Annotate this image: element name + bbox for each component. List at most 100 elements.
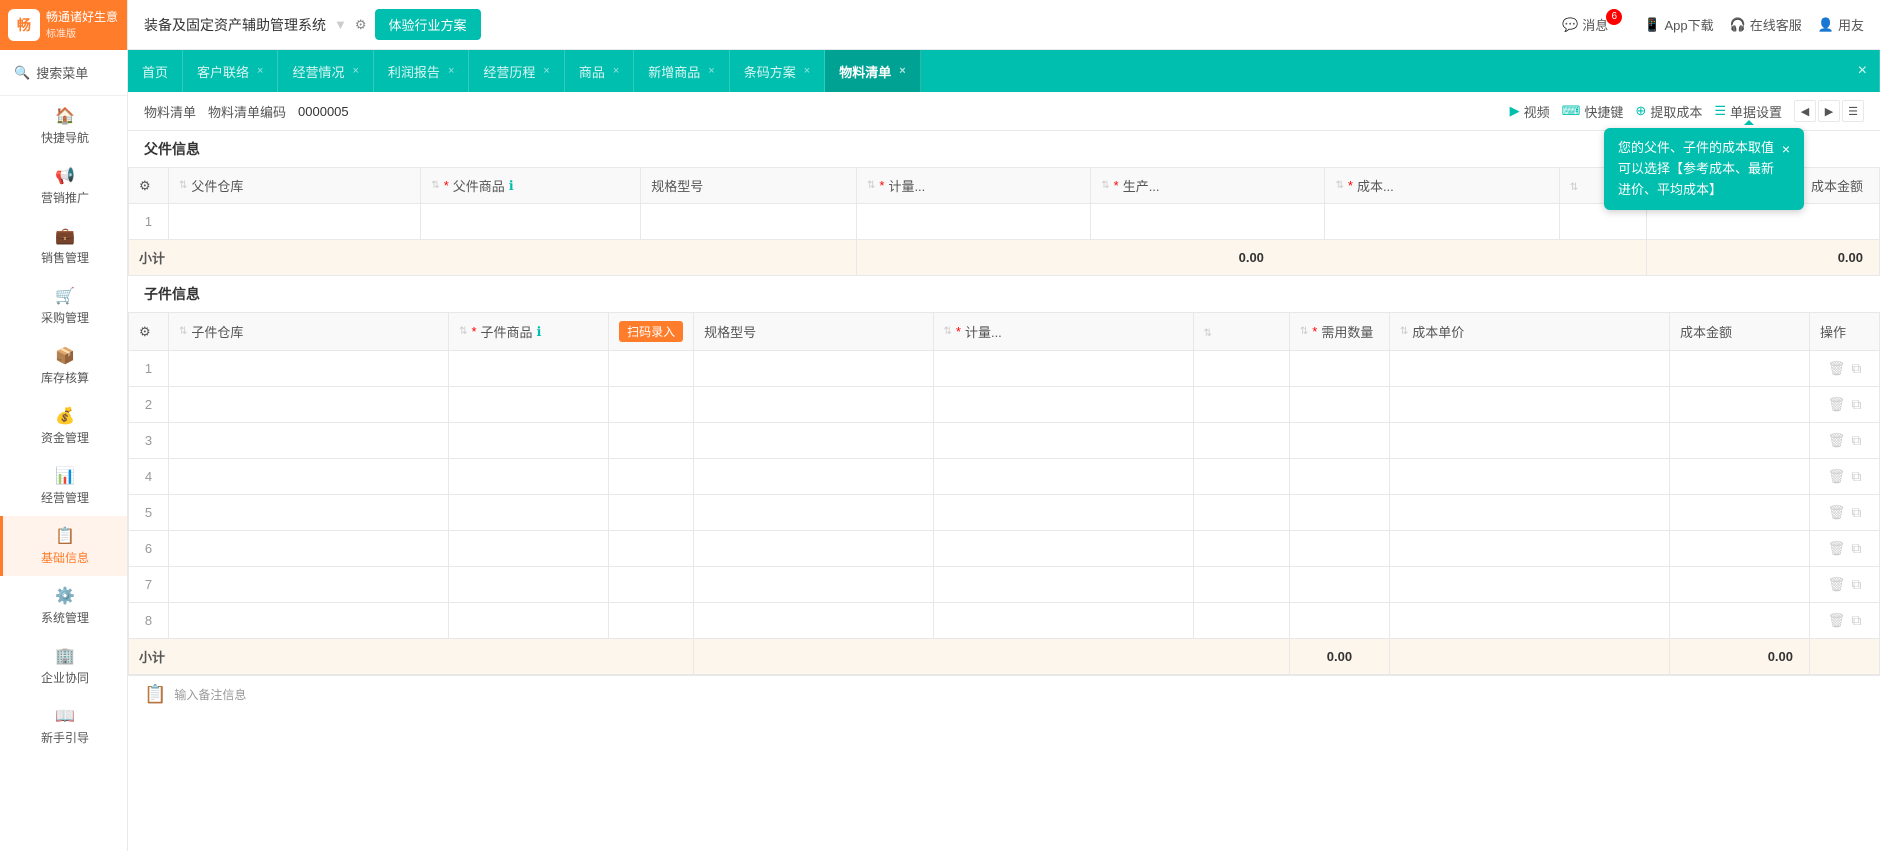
tab-profit[interactable]: 利润报告 ×	[374, 50, 469, 92]
experience-button[interactable]: 体验行业方案	[375, 9, 481, 40]
tab-operations[interactable]: 经营情况 ×	[278, 50, 373, 92]
delete-row-1-icon[interactable]: 🗑	[1828, 360, 1846, 377]
delete-row-2-icon[interactable]: 🗑	[1828, 396, 1846, 413]
tab-new-product[interactable]: 新增商品 ×	[634, 50, 729, 92]
nav-prev-btn[interactable]: ◀	[1794, 100, 1816, 122]
single-settings-action[interactable]: ☰ 单据设置	[1714, 102, 1782, 121]
child-row-5-unit-cost[interactable]	[1389, 495, 1669, 531]
sidebar-item-sales[interactable]: 💼 销售管理	[0, 216, 127, 276]
child-row-4-unit-cost[interactable]	[1389, 459, 1669, 495]
child-row-1-qty[interactable]	[1289, 351, 1389, 387]
child-row-3-unit[interactable]	[933, 423, 1193, 459]
online-service-action[interactable]: 🎧 在线客服	[1730, 15, 1802, 34]
copy-row-4-icon[interactable]: ⧉	[1851, 468, 1861, 485]
child-row-4-product[interactable]	[449, 459, 609, 495]
nav-menu-btn[interactable]: ☰	[1842, 100, 1864, 122]
search-menu-button[interactable]: 🔍 搜索菜单	[8, 58, 119, 87]
child-row-6-cost-amount[interactable]	[1670, 531, 1810, 567]
parent-row-1-production[interactable]	[1091, 204, 1325, 240]
copy-row-3-icon[interactable]: ⧉	[1851, 432, 1861, 449]
child-row-8-warehouse[interactable]	[169, 603, 449, 639]
child-row-1-spec[interactable]	[694, 351, 933, 387]
child-row-7-warehouse[interactable]	[169, 567, 449, 603]
child-row-3-qty[interactable]	[1289, 423, 1389, 459]
child-row-6-warehouse[interactable]	[169, 531, 449, 567]
child-row-4-spec[interactable]	[694, 459, 933, 495]
child-row-4-unit[interactable]	[933, 459, 1193, 495]
child-row-7-unit[interactable]	[933, 567, 1193, 603]
child-row-4-qty[interactable]	[1289, 459, 1389, 495]
shortcut-action[interactable]: ⌨ 快捷键	[1562, 102, 1624, 121]
delete-row-4-icon[interactable]: 🗑	[1828, 468, 1846, 485]
child-row-7-unit-cost[interactable]	[1389, 567, 1669, 603]
tab-products[interactable]: 商品 ×	[565, 50, 634, 92]
child-row-6-unit[interactable]	[933, 531, 1193, 567]
child-row-2-warehouse[interactable]	[169, 387, 449, 423]
tab-close-new-product[interactable]: ×	[708, 65, 714, 77]
view-action[interactable]: ▶ 视频	[1510, 102, 1550, 121]
sidebar-item-operations[interactable]: 📊 经营管理	[0, 456, 127, 516]
child-row-5-spec[interactable]	[694, 495, 933, 531]
copy-row-7-icon[interactable]: ⧉	[1851, 576, 1861, 593]
child-row-6-qty[interactable]	[1289, 531, 1389, 567]
child-row-3-warehouse[interactable]	[169, 423, 449, 459]
delete-row-6-icon[interactable]: 🗑	[1828, 540, 1846, 557]
tab-close-barcode[interactable]: ×	[804, 65, 810, 77]
child-row-6-unit-cost[interactable]	[1389, 531, 1669, 567]
delete-row-5-icon[interactable]: 🗑	[1828, 504, 1846, 521]
child-row-1-warehouse[interactable]	[169, 351, 449, 387]
child-row-7-product[interactable]	[449, 567, 609, 603]
child-row-6-product[interactable]	[449, 531, 609, 567]
nav-next-btn[interactable]: ▶	[1818, 100, 1840, 122]
child-row-2-unit[interactable]	[933, 387, 1193, 423]
child-row-3-unit-cost[interactable]	[1389, 423, 1669, 459]
child-row-5-cost-amount[interactable]	[1670, 495, 1810, 531]
copy-row-1-icon[interactable]: ⧉	[1851, 360, 1861, 377]
sidebar-item-purchase[interactable]: 🛒 采购管理	[0, 276, 127, 336]
copy-row-5-icon[interactable]: ⧉	[1851, 504, 1861, 521]
child-row-1-unit[interactable]	[933, 351, 1193, 387]
parent-row-1-unit[interactable]	[856, 204, 1090, 240]
child-row-2-product[interactable]	[449, 387, 609, 423]
tab-home[interactable]: 首页	[128, 50, 183, 92]
child-row-4-warehouse[interactable]	[169, 459, 449, 495]
parent-row-1-product[interactable]	[421, 204, 641, 240]
child-row-2-qty[interactable]	[1289, 387, 1389, 423]
parent-row-1-warehouse[interactable]	[169, 204, 421, 240]
child-row-1-unit-cost[interactable]	[1389, 351, 1669, 387]
child-row-8-unit-cost[interactable]	[1389, 603, 1669, 639]
child-row-7-cost-amount[interactable]	[1670, 567, 1810, 603]
cost-action[interactable]: ⊕ 提取成本	[1635, 102, 1702, 121]
child-row-7-spec[interactable]	[694, 567, 933, 603]
tooltip-close-btn[interactable]: ×	[1782, 138, 1790, 160]
child-row-5-unit[interactable]	[933, 495, 1193, 531]
child-row-8-unit[interactable]	[933, 603, 1193, 639]
tab-customers[interactable]: 客户联络 ×	[183, 50, 278, 92]
scan-button[interactable]: 扫码录入	[619, 321, 683, 342]
user-action[interactable]: 👤 用友	[1818, 15, 1864, 34]
sidebar-item-quick-nav[interactable]: 🏠 快捷导航	[0, 96, 127, 156]
tab-bom[interactable]: 物料清单 ×	[825, 50, 920, 92]
tab-close-profit[interactable]: ×	[448, 65, 454, 77]
copy-row-8-icon[interactable]: ⧉	[1851, 612, 1861, 629]
tab-close-customers[interactable]: ×	[257, 65, 263, 77]
sidebar-item-enterprise[interactable]: 🏢 企业协同	[0, 636, 127, 696]
child-row-7-qty[interactable]	[1289, 567, 1389, 603]
child-row-2-unit-cost[interactable]	[1389, 387, 1669, 423]
tab-close-all[interactable]: ×	[1846, 50, 1880, 92]
child-row-1-cost-amount[interactable]	[1670, 351, 1810, 387]
tab-barcode[interactable]: 条码方案 ×	[730, 50, 825, 92]
settings-gear-icon[interactable]: ⚙	[139, 178, 151, 193]
sidebar-item-basic-info[interactable]: 📋 基础信息	[0, 516, 127, 576]
parent-row-1-spec[interactable]	[641, 204, 857, 240]
app-download-action[interactable]: 📱 App下载	[1644, 15, 1713, 34]
bottom-note-text[interactable]: 输入备注信息	[174, 686, 246, 703]
settings-icon[interactable]: ⚙	[355, 17, 367, 33]
sidebar-item-finance[interactable]: 💰 资金管理	[0, 396, 127, 456]
sidebar-item-guide[interactable]: 📖 新手引导	[0, 696, 127, 756]
tab-close-bom[interactable]: ×	[899, 65, 905, 77]
child-settings-gear-icon[interactable]: ⚙	[139, 324, 151, 339]
child-row-3-spec[interactable]	[694, 423, 933, 459]
tab-close-history[interactable]: ×	[543, 65, 549, 77]
child-row-5-warehouse[interactable]	[169, 495, 449, 531]
